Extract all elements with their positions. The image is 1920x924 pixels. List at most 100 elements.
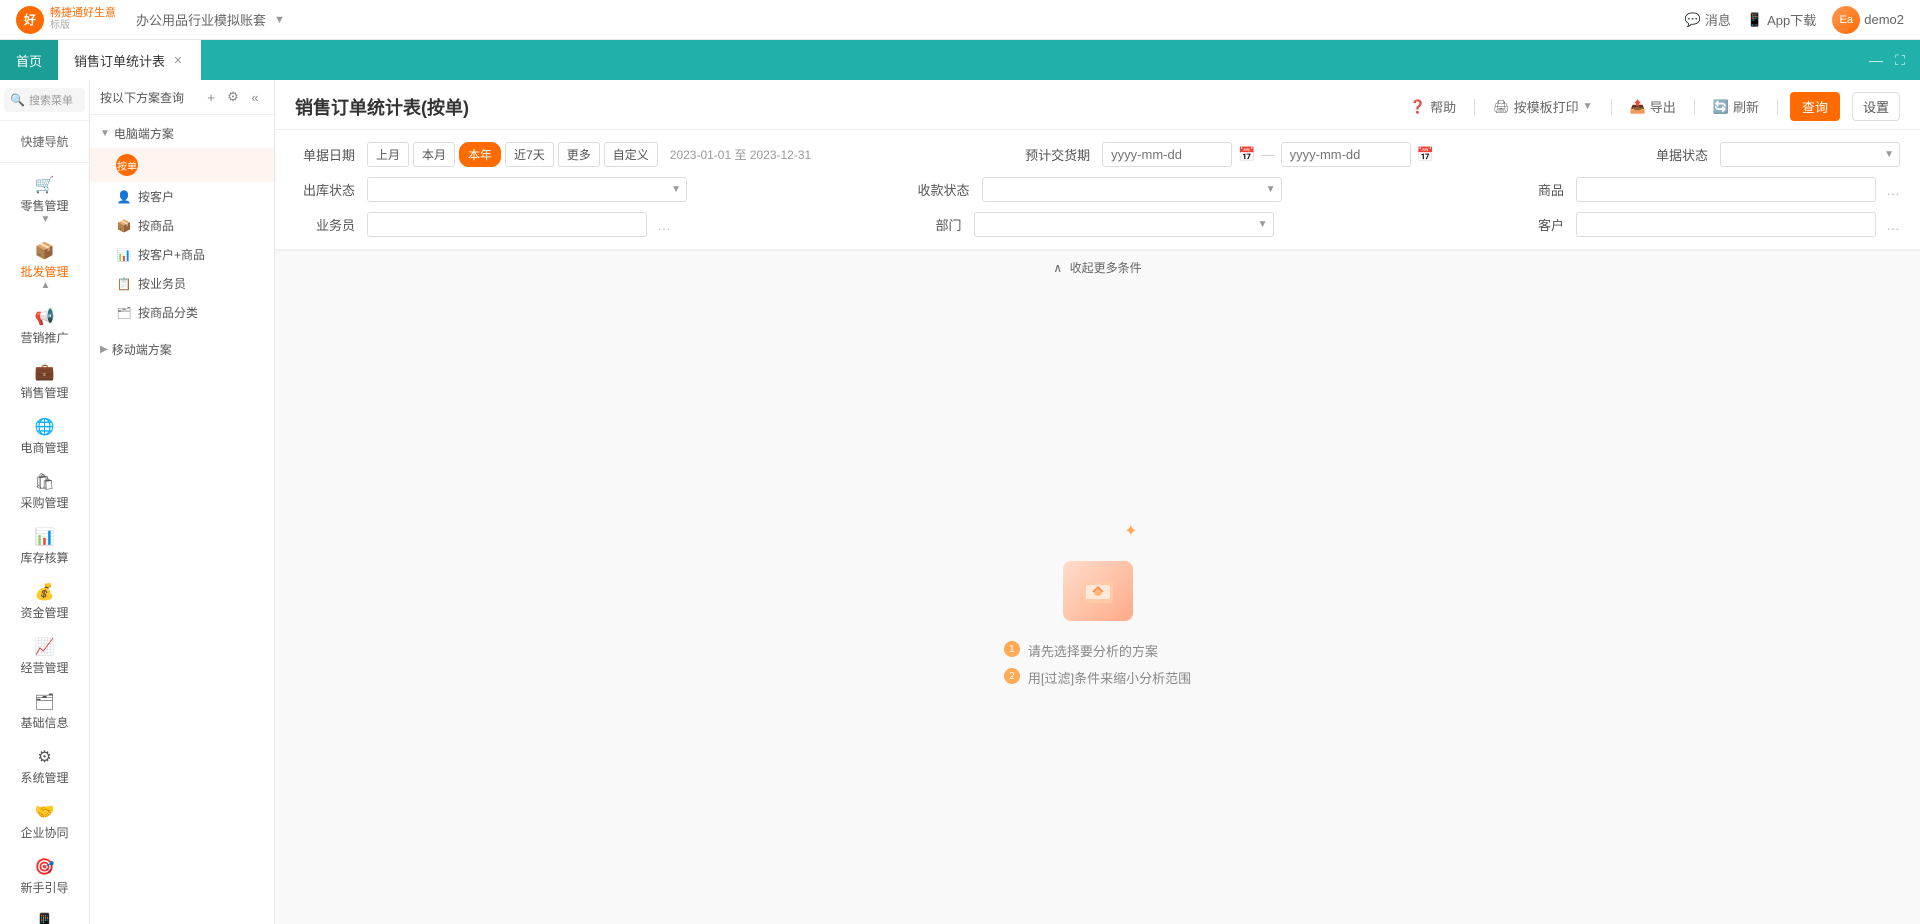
expected-date-start[interactable]	[1102, 142, 1232, 167]
date-range-group: 上月 本月 本年 近7天 更多 自定义	[367, 142, 658, 167]
scheme-collapse-btn[interactable]: «	[246, 88, 264, 106]
sidebar-item-wholesale[interactable]: 📦 批发管理 ▲	[0, 233, 89, 299]
sidebar-item-sales[interactable]: 💼 销售管理	[0, 354, 89, 409]
minimize-btn[interactable]: —	[1868, 52, 1884, 68]
expected-date-end[interactable]	[1281, 142, 1411, 167]
group-expand-icon: ▼	[100, 128, 110, 139]
dept-select-wrap: ▼	[974, 212, 1274, 237]
scheme-item-by-category[interactable]: 🗂 按商品分类	[90, 298, 274, 327]
delivery-label: 出库状态	[295, 180, 355, 199]
goods-more-icon[interactable]: …	[1886, 182, 1900, 198]
collapse-bar[interactable]: ∧ 收起更多条件	[275, 250, 1920, 284]
sidebar-item-basic-info[interactable]: 🗂 基础信息	[0, 684, 89, 739]
sidebar-nav: 🛒 零售管理 ▼ 📦 批发管理 ▲ 📢 营销推广 💼 销售管理 🌐 电商管理	[0, 163, 89, 924]
calendar-start-icon[interactable]: 📅	[1238, 146, 1255, 163]
scheme-item-by-customer[interactable]: 👤 按客户	[90, 182, 274, 211]
purchase-icon: 🛍	[34, 472, 54, 492]
maximize-btn[interactable]: ⛶	[1892, 52, 1908, 68]
customer-input[interactable]	[1576, 212, 1876, 237]
main-layout: 🔍 搜索菜单 快捷导航 🛒 零售管理 ▼ 📦 批发管理 ▲ 📢 营销推广	[0, 80, 1920, 924]
sidebar-item-newbie[interactable]: 🎯 新手引导	[0, 849, 89, 904]
staff-field: …	[367, 212, 671, 237]
query-btn[interactable]: 查询	[1790, 92, 1840, 121]
date-range-text: 2023-01-01 至 2023-12-31	[670, 146, 811, 163]
sidebar-search-btn[interactable]: 🔍 搜索菜单	[4, 88, 85, 112]
delivery-select[interactable]	[367, 177, 687, 202]
refresh-btn[interactable]: 🔄 刷新	[1707, 93, 1765, 120]
payment-select[interactable]	[982, 177, 1282, 202]
by-staff-icon: 📋	[116, 276, 132, 292]
sidebar-item-inventory[interactable]: 📊 库存核算	[0, 519, 89, 574]
tab-close-icon[interactable]: ✕	[171, 53, 185, 67]
top-header: 好 畅捷通好生意 标版 办公用品行业模拟账套 ▼ 💬 消息 📱 App下载 Ea…	[0, 0, 1920, 40]
print-btn[interactable]: 🖨 按模板打印 ▼	[1487, 93, 1598, 120]
staff-input[interactable]	[367, 212, 647, 237]
sidebar-item-system[interactable]: ⚙ 系统管理	[0, 739, 89, 794]
hint-num-2: 2	[1004, 668, 1020, 684]
date-btn-custom[interactable]: 自定义	[604, 142, 658, 167]
calendar-end-icon[interactable]: 📅	[1417, 146, 1434, 163]
scheme-item-by-staff[interactable]: 📋 按业务员	[90, 269, 274, 298]
date-btn-this-month[interactable]: 本月	[413, 142, 455, 167]
scheme-item-by-order[interactable]: 按单	[90, 148, 274, 182]
goods-label: 商品	[1504, 180, 1564, 199]
scheme-group-mobile-header[interactable]: ▶ 移动端方案	[90, 335, 274, 364]
dept-select[interactable]	[974, 212, 1274, 237]
sidebar-item-enterprise[interactable]: 🤝 企业协同	[0, 794, 89, 849]
export-icon: 📤	[1630, 99, 1646, 115]
by-order-icon: 按单	[116, 154, 138, 176]
ecommerce-icon: 🌐	[35, 417, 55, 437]
hint-text-2: 用[过滤]条件来缩小分析范围	[1028, 668, 1191, 687]
scheme-item-by-customer-product[interactable]: 📊 按客户+商品	[90, 240, 274, 269]
app-center-icon: 📱	[35, 912, 55, 924]
filter-row-1: 单据日期 上月 本月 本年 近7天 更多 自定义 2023-01-01 至 20…	[295, 142, 1900, 167]
message-btn[interactable]: 💬 消息	[1685, 10, 1731, 29]
sidebar-item-app-center[interactable]: 📱 应用中心	[0, 904, 89, 924]
status-select[interactable]	[1720, 142, 1900, 167]
sidebar-item-operations[interactable]: 📈 经营管理	[0, 629, 89, 684]
top-header-left: 好 畅捷通好生意 标版 办公用品行业模拟账套 ▼	[16, 6, 285, 34]
sidebar-item-finance[interactable]: 💰 资金管理	[0, 574, 89, 629]
date-btn-last-month[interactable]: 上月	[367, 142, 409, 167]
tab-sales-stat[interactable]: 销售订单统计表 ✕	[58, 40, 201, 80]
dept-label: 部门	[902, 215, 962, 234]
date-btn-this-year[interactable]: 本年	[459, 142, 501, 167]
staff-more-icon[interactable]: …	[657, 217, 671, 233]
help-btn[interactable]: ❓ 帮助	[1404, 93, 1462, 120]
scheme-item-by-product[interactable]: 📦 按商品	[90, 211, 274, 240]
sidebar-item-ecommerce[interactable]: 🌐 电商管理	[0, 409, 89, 464]
window-controls: — ⛶	[1868, 40, 1920, 80]
scheme-add-btn[interactable]: +	[202, 88, 220, 106]
sidebar-item-purchase[interactable]: 🛍 采购管理	[0, 464, 89, 519]
help-icon: ❓	[1410, 99, 1426, 115]
scheme-settings-btn[interactable]: ⚙	[224, 88, 242, 106]
marketing-icon: 📢	[35, 307, 55, 327]
export-btn[interactable]: 📤 导出	[1624, 93, 1682, 120]
logo-text: 畅捷通好生意 标版	[50, 7, 116, 32]
goods-input[interactable]	[1576, 177, 1876, 202]
expected-date-label: 预计交货期	[1025, 145, 1090, 164]
app-download-btn[interactable]: 📱 App下载	[1747, 10, 1816, 29]
by-customer-icon: 👤	[116, 189, 132, 205]
scheme-group-mobile-label: 移动端方案	[112, 341, 172, 358]
user-menu[interactable]: Ea demo2	[1832, 6, 1904, 34]
empty-hints: 1 请先选择要分析的方案 2 用[过滤]条件来缩小分析范围	[1004, 641, 1191, 687]
customer-more-icon[interactable]: …	[1886, 217, 1900, 233]
sidebar-search-area: 🔍 搜索菜单	[0, 80, 89, 121]
mobile-group-arrow-icon: ▶	[100, 344, 108, 355]
action-divider-4	[1777, 99, 1778, 115]
tab-home[interactable]: 首页	[0, 40, 58, 80]
date-btn-7days[interactable]: 近7天	[505, 142, 554, 167]
scheme-group-desktop-header[interactable]: ▼ 电脑端方案	[90, 119, 274, 148]
system-icon: ⚙	[37, 747, 51, 767]
breadcrumb-arrow-icon[interactable]: ▼	[274, 14, 285, 26]
page-settings-btn[interactable]: 设置	[1852, 92, 1900, 121]
date-btn-more[interactable]: 更多	[558, 142, 600, 167]
print-arrow-icon: ▼	[1583, 101, 1593, 112]
sidebar-item-marketing[interactable]: 📢 营销推广	[0, 299, 89, 354]
collapse-label: 收起更多条件	[1070, 261, 1142, 275]
empty-hint-2: 2 用[过滤]条件来缩小分析范围	[1004, 668, 1191, 687]
hint-num-1: 1	[1004, 641, 1020, 657]
filter-row-3: 业务员 … 部门 ▼ 客户	[295, 212, 1900, 237]
sidebar-item-retail[interactable]: 🛒 零售管理 ▼	[0, 167, 89, 233]
